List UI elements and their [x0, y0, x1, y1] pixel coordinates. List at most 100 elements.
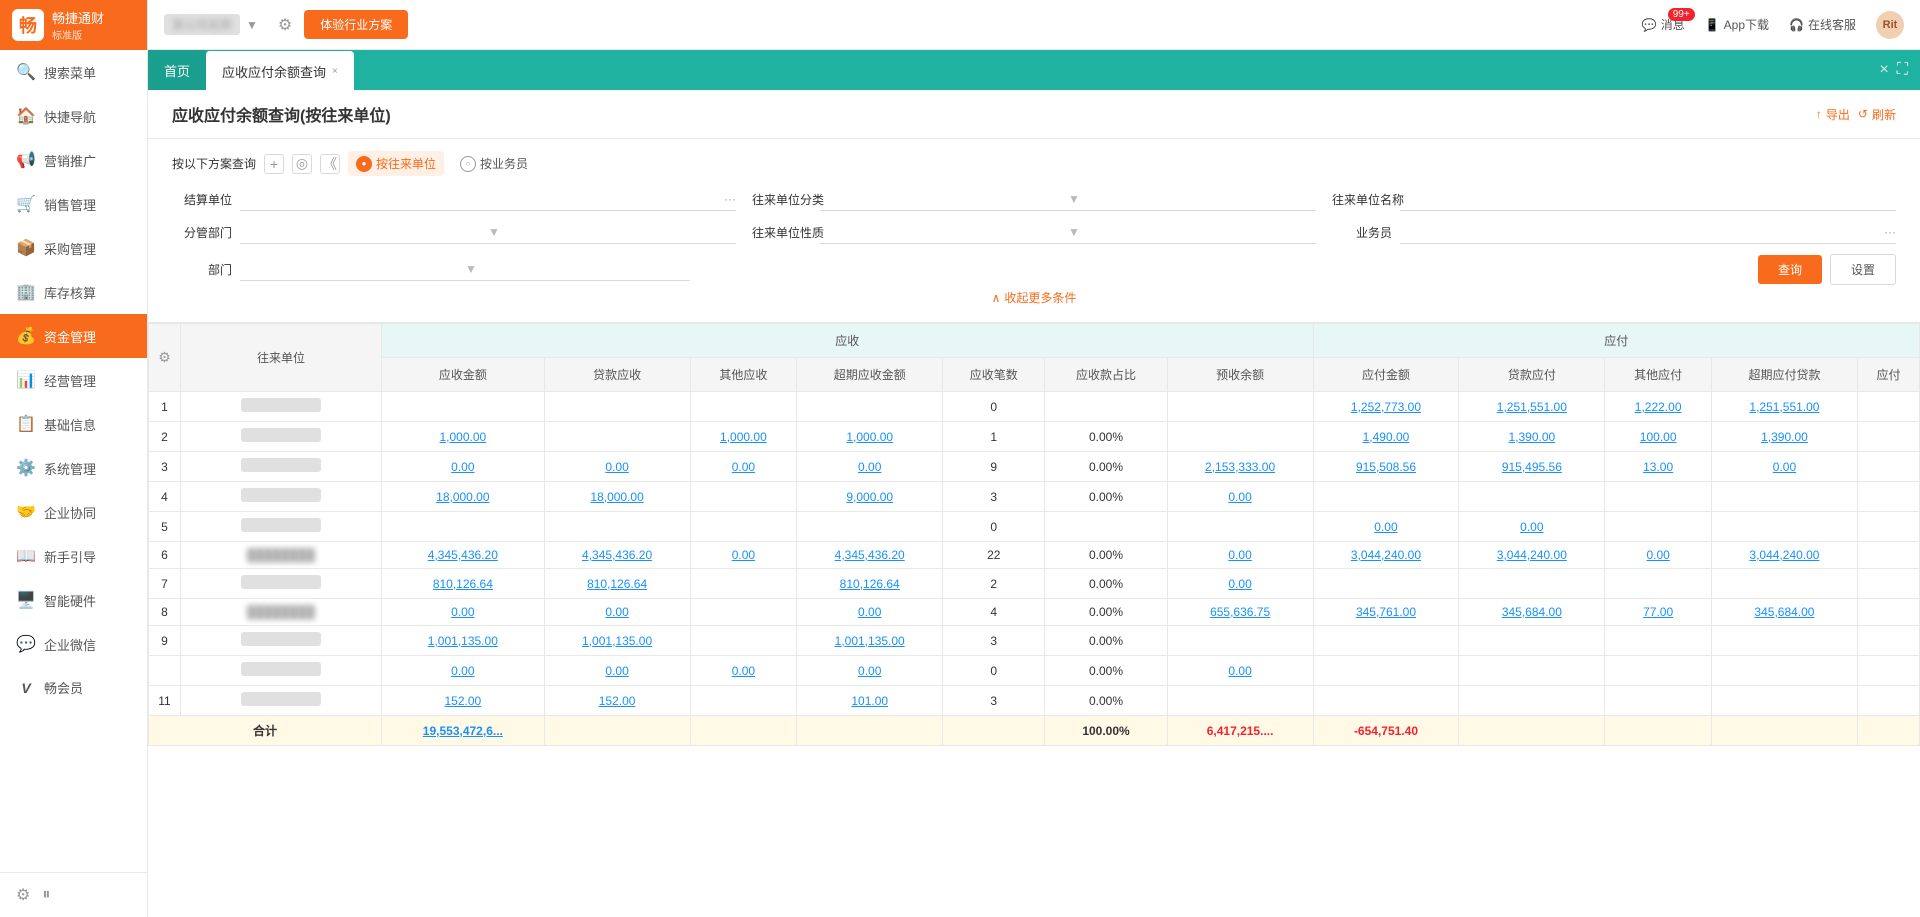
- main-content: 某公司名称 ▼ ⚙ 体验行业方案 💬 消息 99+ 📱 App下载 🎧 在线客服…: [148, 0, 1920, 917]
- sidebar-item-finance[interactable]: 💰 资金管理: [0, 314, 147, 358]
- sidebar-item-member[interactable]: V 畅会员: [0, 666, 147, 709]
- sidebar-item-purchase[interactable]: 📦 采购管理: [0, 226, 147, 270]
- collapse-label: 收起更多条件: [1004, 289, 1076, 306]
- dept-arrow: ▼: [488, 225, 732, 239]
- topbar-gear-icon[interactable]: ⚙: [278, 15, 292, 35]
- sidebar-item-label: 企业微信: [44, 635, 96, 654]
- company-name: 某公司名称: [164, 14, 240, 35]
- col-group-recv: 应收: [382, 324, 1314, 358]
- app-label: App下载: [1724, 16, 1769, 33]
- service-button[interactable]: 🎧 在线客服: [1789, 16, 1856, 33]
- col-recv-ratio: 应收款占比: [1045, 358, 1167, 392]
- operations-icon: 📊: [16, 370, 36, 390]
- sidebar-item-system[interactable]: ⚙️ 系统管理: [0, 446, 147, 490]
- tab-active[interactable]: 应收应付余额查询 ×: [206, 51, 354, 91]
- tabbar-right-actions: × ⛶: [1879, 61, 1920, 79]
- filter-settings-icon[interactable]: ◎: [292, 154, 312, 174]
- filter-row-3: 部门 ▼ 查询 设置: [172, 254, 1896, 285]
- col-pay-amount: 应付金额: [1313, 358, 1459, 392]
- filter-option-by-unit[interactable]: ● 按往来单位: [348, 151, 444, 176]
- filter-field-sub-dept: 部门 ▼: [172, 258, 690, 281]
- filter-area: 按以下方案查询 + ◎ 《 ● 按往来单位 ○ 按业务员 结算单位: [148, 139, 1920, 323]
- settings-button[interactable]: 设置: [1830, 254, 1896, 285]
- unit-name-input[interactable]: [1400, 188, 1896, 211]
- settlement-unit-dots-icon[interactable]: ···: [724, 192, 736, 206]
- col-recv-amount: 应收金额: [382, 358, 545, 392]
- table-settings-icon[interactable]: ⚙: [158, 349, 171, 365]
- sidebar-item-enterprise[interactable]: 🤝 企业协同: [0, 490, 147, 534]
- sidebar-item-marketing[interactable]: 📢 营销推广: [0, 138, 147, 182]
- tab-active-label: 应收应付余额查询: [222, 62, 326, 81]
- table-row: 30.000.000.000.0090.00%2,153,333.00915,5…: [149, 452, 1920, 482]
- unit-category-select[interactable]: ▼: [820, 188, 1316, 211]
- collapse-more-button[interactable]: ∧ 收起更多条件: [172, 285, 1896, 310]
- app-download-button[interactable]: 📱 App下载: [1705, 16, 1769, 33]
- message-badge: 99+: [1668, 8, 1695, 21]
- filter-collapse-icon[interactable]: 《: [320, 154, 340, 174]
- settings-bottom-icon[interactable]: ⚙: [16, 885, 30, 905]
- sidebar-item-wechat[interactable]: 💬 企业微信: [0, 622, 147, 666]
- content-area: 应收应付余额查询(按往来单位) ↑ 导出 ↺ 刷新 按以下方案查询 + ◎ 《: [148, 90, 1920, 917]
- footer-pay-overdue: [1712, 716, 1858, 746]
- query-button[interactable]: 查询: [1758, 255, 1822, 284]
- sidebar-item-inventory[interactable]: 🏢 库存核算: [0, 270, 147, 314]
- salesperson-input[interactable]: [1400, 221, 1884, 243]
- col-recv-credit: 贷款应收: [544, 358, 690, 392]
- sidebar-item-label: 智能硬件: [44, 591, 96, 610]
- sub-dept-label: 部门: [172, 261, 232, 278]
- unit-category-label: 往来单位分类: [752, 191, 812, 208]
- user-avatar[interactable]: Rit: [1876, 11, 1904, 39]
- table-settings-header[interactable]: ⚙: [149, 324, 181, 392]
- filter-action-buttons: 查询 设置: [1758, 254, 1896, 285]
- purchase-icon: 📦: [16, 238, 36, 258]
- dept-label: 分管部门: [172, 224, 232, 241]
- hardware-icon: 🖥️: [16, 590, 36, 610]
- window-expand-icon[interactable]: ⛶: [1897, 61, 1908, 79]
- message-button[interactable]: 💬 消息 99+: [1642, 16, 1685, 33]
- tab-close-icon[interactable]: ×: [332, 66, 338, 77]
- home-icon: 🏠: [16, 106, 36, 126]
- by-unit-icon: ●: [356, 156, 372, 172]
- sidebar-item-label: 系统管理: [44, 459, 96, 478]
- sidebar-item-hardware[interactable]: 🖥️ 智能硬件: [0, 578, 147, 622]
- col-pay-other: 其他应付: [1605, 358, 1712, 392]
- sidebar-item-sales[interactable]: 🛒 销售管理: [0, 182, 147, 226]
- filter-field-dept: 分管部门 ▼: [172, 221, 736, 244]
- table-row: 21,000.001,000.001,000.0010.00%1,490.001…: [149, 422, 1920, 452]
- sidebar-item-search[interactable]: 🔍 搜索菜单: [0, 50, 147, 94]
- unit-nature-select[interactable]: ▼: [820, 221, 1316, 244]
- sidebar-item-guide[interactable]: 📖 新手引导: [0, 534, 147, 578]
- footer-recv-credit: [544, 716, 690, 746]
- window-close-icon[interactable]: ×: [1879, 61, 1888, 79]
- filter-option-by-staff[interactable]: ○ 按业务员: [452, 151, 536, 176]
- settlement-unit-input[interactable]: [240, 188, 724, 210]
- logo-sub: 标准版: [52, 27, 104, 42]
- by-unit-label: 按往来单位: [376, 155, 436, 172]
- enterprise-icon: 🤝: [16, 502, 36, 522]
- footer-recv-ratio: 100.00%: [1045, 716, 1167, 746]
- unit-category-arrow: ▼: [1068, 192, 1312, 206]
- table-area[interactable]: ⚙ 往来单位 应收 应付 应收金额 贷款应收 其他应收 超期应收金额 应收笔数 …: [148, 323, 1920, 917]
- sidebar-item-operations[interactable]: 📊 经营管理: [0, 358, 147, 402]
- sidebar-item-basicinfo[interactable]: 📋 基础信息: [0, 402, 147, 446]
- breadcrumb-arrow[interactable]: ▼: [246, 18, 258, 32]
- salesperson-dots-icon[interactable]: ···: [1884, 225, 1896, 239]
- refresh-button[interactable]: ↺ 刷新: [1858, 106, 1896, 123]
- sidebar-item-label: 库存核算: [44, 283, 96, 302]
- export-button[interactable]: ↑ 导出: [1816, 106, 1850, 123]
- filter-add-icon[interactable]: +: [264, 154, 284, 174]
- col-pay-overdue: 超期应付贷款: [1712, 358, 1858, 392]
- sidebar-item-shortcut[interactable]: 🏠 快捷导航: [0, 94, 147, 138]
- tab-home[interactable]: 首页: [148, 50, 206, 90]
- by-staff-icon: ○: [460, 156, 476, 172]
- sidebar-item-label: 基础信息: [44, 415, 96, 434]
- sidebar: 畅 畅捷通财 标准版 🔍 搜索菜单 🏠 快捷导航 📢 营销推广 🛒 销售管理 📦…: [0, 0, 148, 917]
- filter-field-unit-category: 往来单位分类 ▼: [752, 188, 1316, 211]
- page-header-actions: ↑ 导出 ↺ 刷新: [1816, 106, 1896, 135]
- footer-recv-prepay: 6,417,215....: [1167, 716, 1313, 746]
- sub-dept-select[interactable]: ▼: [240, 258, 690, 281]
- solution-button[interactable]: 体验行业方案: [304, 10, 408, 39]
- sidebar-item-label: 快捷导航: [44, 107, 96, 126]
- collapse-bottom-icon[interactable]: ⏸: [42, 886, 50, 904]
- dept-select[interactable]: ▼: [240, 221, 736, 244]
